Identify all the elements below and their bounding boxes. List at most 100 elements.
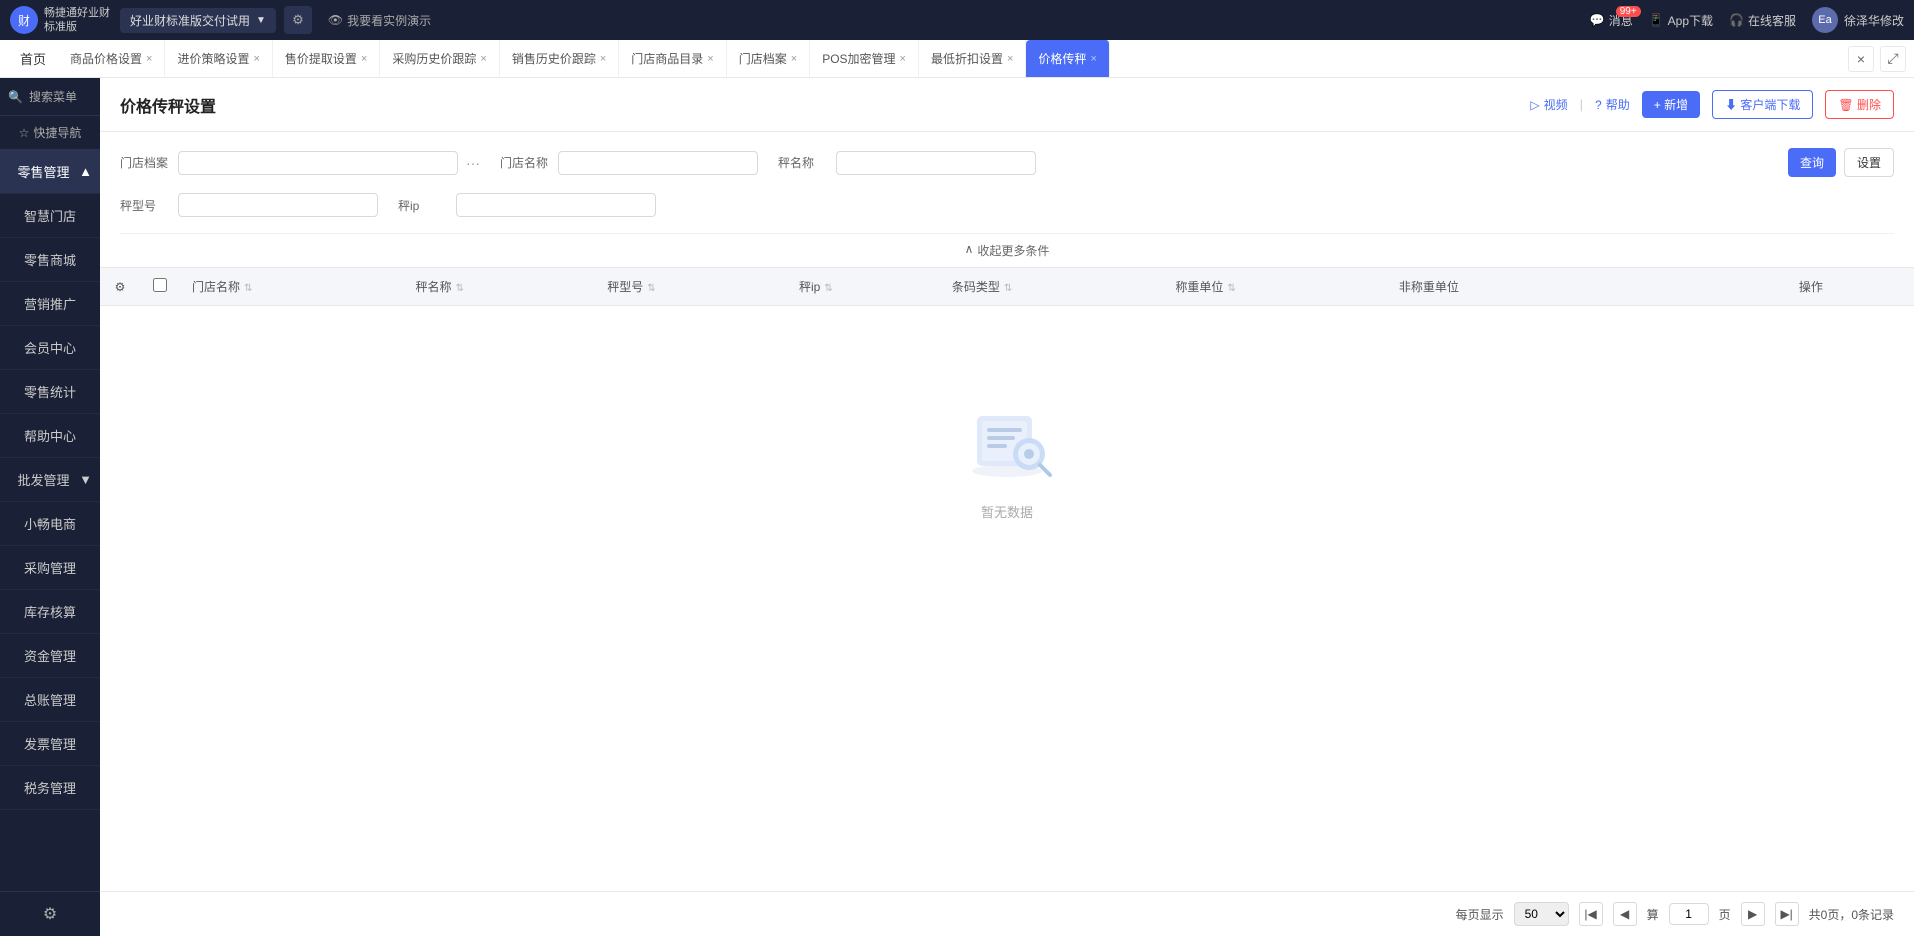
- add-button[interactable]: + 新增: [1642, 91, 1700, 118]
- prev-page-button[interactable]: ◀: [1613, 902, 1637, 926]
- chevron-up-icon: ▲: [79, 164, 92, 179]
- tab-close-icon[interactable]: ×: [1090, 53, 1096, 65]
- app-download-button[interactable]: 📱 App下载: [1649, 12, 1713, 29]
- question-icon: ?: [1595, 98, 1602, 112]
- sidebar: 🔍 搜索菜单 ☆ 快捷导航 零售管理 ▲ 智慧门店 零售商城 营销推广 会员中心…: [0, 78, 100, 936]
- tab-store-catalog[interactable]: 门店商品目录 ×: [619, 40, 726, 78]
- tab-home[interactable]: 首页: [8, 40, 58, 78]
- tab-pos-encrypt[interactable]: POS加密管理 ×: [810, 40, 919, 78]
- messages-button[interactable]: 💬 消息 99+: [1590, 12, 1633, 29]
- help-link[interactable]: ? 帮助: [1595, 96, 1630, 113]
- delete-button[interactable]: 🗑 删除: [1825, 90, 1894, 119]
- th-scale-name: 秤名称⇅: [404, 268, 596, 306]
- quick-nav[interactable]: ☆ 快捷导航: [0, 116, 100, 150]
- tab-close-all-button[interactable]: ×: [1848, 46, 1874, 72]
- th-settings[interactable]: ⚙: [100, 268, 140, 306]
- empty-text: 暂无数据: [981, 502, 1033, 521]
- tab-close-icon[interactable]: ×: [1007, 53, 1013, 65]
- sidebar-item-inventory[interactable]: 库存核算: [0, 590, 100, 634]
- message-badge: 99+: [1616, 6, 1641, 17]
- sidebar-item-retail-stats[interactable]: 零售统计: [0, 370, 100, 414]
- tab-bar: 首页 商品价格设置 × 进价策略设置 × 售价提取设置 × 采购历史价跟踪 × …: [0, 40, 1914, 78]
- collapse-bar[interactable]: ∧ 收起更多条件: [120, 233, 1894, 267]
- top-bar: 财 畅捷通好业财 标准版 好业财标准版交付试用 ▼ ⚙ 👁 我要看实例演示 💬 …: [0, 0, 1914, 40]
- tab-store-profile[interactable]: 门店档案 ×: [727, 40, 810, 78]
- sidebar-settings-button[interactable]: ⚙: [0, 891, 100, 936]
- tab-min-discount[interactable]: 最低折扣设置 ×: [919, 40, 1026, 78]
- scale-ip-input[interactable]: [456, 193, 656, 217]
- query-button[interactable]: 查询: [1788, 148, 1836, 177]
- logo: 财 畅捷通好业财 标准版: [10, 6, 110, 35]
- demo-link[interactable]: 👁 我要看实例演示: [328, 12, 431, 29]
- tab-close-icon[interactable]: ×: [791, 53, 797, 65]
- settings-button[interactable]: 设置: [1844, 148, 1894, 177]
- scale-name-label: 秤名称: [778, 154, 828, 171]
- more-options-icon[interactable]: ···: [466, 155, 480, 171]
- sidebar-item-ecommerce[interactable]: 小畅电商: [0, 502, 100, 546]
- sidebar-item-marketing[interactable]: 营销推广: [0, 282, 100, 326]
- table-container: ⚙ 门店名称⇅ 秤名称⇅ 秤型号⇅ 秤ip⇅ 条码类型⇅ 称重单位⇅ 非称重单位…: [100, 268, 1914, 891]
- video-link[interactable]: ▷ 视频: [1530, 96, 1567, 113]
- tab-bar-end: × ⤢: [1848, 46, 1906, 72]
- empty-row: 暂无数据: [100, 306, 1914, 602]
- tab-purchase-history[interactable]: 采购历史价跟踪 ×: [380, 40, 499, 78]
- empty-state: 暂无数据: [100, 306, 1914, 601]
- last-page-button[interactable]: ▶|: [1775, 902, 1799, 926]
- th-weight-unit: 称重单位⇅: [1163, 268, 1387, 306]
- customer-service-button[interactable]: 🎧 在线客服: [1729, 12, 1796, 29]
- next-page-button[interactable]: ▶: [1741, 902, 1765, 926]
- tab-close-icon[interactable]: ×: [600, 53, 606, 65]
- quick-nav-label: 快捷导航: [33, 124, 81, 141]
- sidebar-item-ledger[interactable]: 总账管理: [0, 678, 100, 722]
- page-label-post: 页: [1719, 906, 1731, 923]
- sidebar-item-wholesale[interactable]: 批发管理 ▼: [0, 458, 100, 502]
- scale-model-input[interactable]: [178, 193, 378, 217]
- tab-sale-extract[interactable]: 售价提取设置 ×: [273, 40, 380, 78]
- store-name-input[interactable]: [558, 151, 758, 175]
- scale-ip-label: 秤ip: [398, 197, 448, 214]
- tab-expand-button[interactable]: ⤢: [1880, 46, 1906, 72]
- tab-close-icon[interactable]: ×: [900, 53, 906, 65]
- search-icon: 🔍: [8, 90, 23, 104]
- avatar: Ea: [1812, 7, 1838, 33]
- sidebar-item-member[interactable]: 会员中心: [0, 326, 100, 370]
- filter-area: 门店档案 ··· 门店名称 秤名称 查询 设置: [100, 132, 1914, 268]
- page-number-input[interactable]: [1669, 903, 1709, 925]
- tab-close-icon[interactable]: ×: [707, 53, 713, 65]
- tab-close-icon[interactable]: ×: [361, 53, 367, 65]
- th-action: 操作: [1787, 268, 1914, 306]
- per-page-select[interactable]: 50 10 20 100: [1514, 902, 1569, 926]
- tab-price-scale[interactable]: 价格传秤 ×: [1026, 40, 1109, 78]
- store-archive-input[interactable]: [178, 151, 458, 175]
- page-header: 价格传秤设置 ▷ 视频 | ? 帮助 + 新增 ⬇ 客户端下载 🗑: [100, 78, 1914, 132]
- scale-name-input[interactable]: [836, 151, 1036, 175]
- filter-scale-name: 秤名称: [778, 151, 1036, 175]
- tab-close-icon[interactable]: ×: [480, 53, 486, 65]
- chevron-down-icon: ▼: [256, 15, 266, 26]
- sidebar-item-finance[interactable]: 资金管理: [0, 634, 100, 678]
- tab-close-icon[interactable]: ×: [253, 53, 259, 65]
- download-client-button[interactable]: ⬇ 客户端下载: [1712, 90, 1813, 119]
- sidebar-item-retail-mall[interactable]: 零售商城: [0, 238, 100, 282]
- sidebar-item-help[interactable]: 帮助中心: [0, 414, 100, 458]
- scale-model-label: 秤型号: [120, 197, 170, 214]
- tab-close-icon[interactable]: ×: [146, 53, 152, 65]
- first-page-button[interactable]: |◀: [1579, 902, 1603, 926]
- sidebar-item-tax[interactable]: 税务管理: [0, 766, 100, 810]
- select-all-checkbox[interactable]: [153, 278, 167, 292]
- search-menu[interactable]: 🔍 搜索菜单: [0, 78, 100, 116]
- user-menu[interactable]: Ea 徐泽华修改: [1812, 7, 1904, 33]
- sidebar-item-purchase[interactable]: 采购管理: [0, 546, 100, 590]
- main-layout: 🔍 搜索菜单 ☆ 快捷导航 零售管理 ▲ 智慧门店 零售商城 营销推广 会员中心…: [0, 78, 1914, 936]
- sidebar-item-invoice[interactable]: 发票管理: [0, 722, 100, 766]
- sidebar-item-smart-store[interactable]: 智慧门店: [0, 194, 100, 238]
- tab-product-price[interactable]: 商品价格设置 ×: [58, 40, 165, 78]
- th-barcode-type: 条码类型⇅: [940, 268, 1164, 306]
- top-bar-right: 💬 消息 99+ 📱 App下载 🎧 在线客服 Ea 徐泽华修改: [1590, 7, 1904, 33]
- version-selector[interactable]: 好业财标准版交付试用 ▼: [120, 8, 276, 33]
- sidebar-item-retail[interactable]: 零售管理 ▲: [0, 150, 100, 194]
- settings-icon[interactable]: ⚙: [284, 6, 312, 34]
- tab-sales-history[interactable]: 销售历史价跟踪 ×: [500, 40, 619, 78]
- column-settings-icon[interactable]: ⚙: [115, 280, 126, 294]
- tab-purchase-strategy[interactable]: 进价策略设置 ×: [165, 40, 272, 78]
